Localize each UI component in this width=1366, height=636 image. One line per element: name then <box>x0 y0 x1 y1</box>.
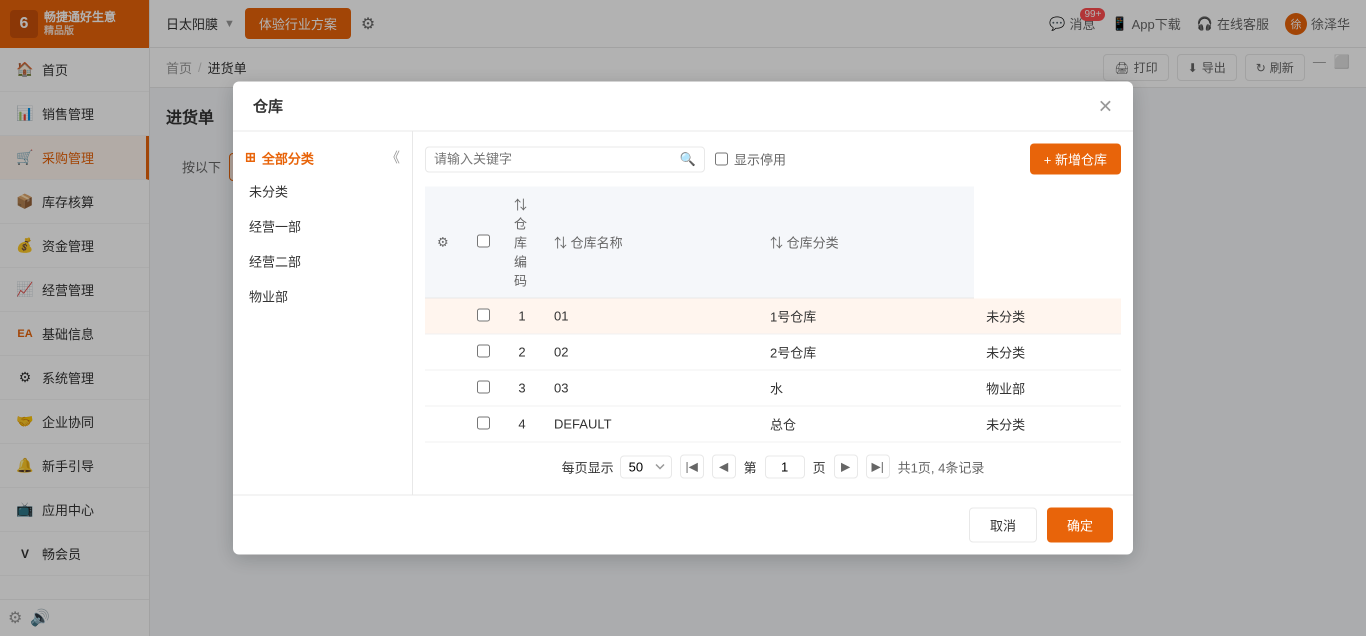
page-last-btn[interactable]: ▶| <box>866 455 890 479</box>
table-header-row: ⚙ ⇅ 仓库编码 ⇅ 仓库名称 ⇅ <box>425 187 1121 299</box>
sort-name-icon[interactable]: ⇅ <box>554 236 567 251</box>
row-checkbox-2[interactable] <box>477 344 490 357</box>
col-name-header: ⇅ 仓库名称 <box>542 187 758 299</box>
category-item-dept1[interactable]: 经营一部 <box>233 209 412 244</box>
col-check-header <box>465 187 502 299</box>
table-row[interactable]: 3 03 水 物业部 <box>425 370 1121 406</box>
page-total-info: 共1页, 4条记录 <box>898 457 985 476</box>
page-prev-btn[interactable]: ◀ <box>712 455 736 479</box>
row-checkbox-4[interactable] <box>477 416 490 429</box>
show-disabled-checkbox[interactable] <box>715 153 728 166</box>
row-actions-2 <box>425 334 465 370</box>
cancel-button[interactable]: 取消 <box>969 508 1037 543</box>
category-all-label[interactable]: ⊞ 全部分类 <box>245 148 314 167</box>
row-num-4: 4 <box>502 406 542 442</box>
row-actions-3 <box>425 370 465 406</box>
row-check-2 <box>465 334 502 370</box>
category-item-unclassified[interactable]: 未分类 <box>233 174 412 209</box>
row-name-4: 总仓 <box>758 406 974 442</box>
category-header: ⊞ 全部分类 《 <box>233 142 412 174</box>
page-number-input[interactable] <box>765 455 805 478</box>
confirm-button[interactable]: 确定 <box>1047 508 1113 543</box>
modal-close-btn[interactable]: ✕ <box>1098 97 1113 115</box>
row-checkbox-1[interactable] <box>477 308 490 321</box>
search-box: 🔍 <box>425 146 705 172</box>
table-container: ⚙ ⇅ 仓库编码 ⇅ 仓库名称 ⇅ <box>425 187 1121 443</box>
pagination: 每页显示 50 20 100 |◀ ◀ 第 页 ▶ ▶| 共1页, 4条记录 <box>425 443 1121 483</box>
sort-icon[interactable]: ⇅ <box>514 198 527 213</box>
category-panel: ⊞ 全部分类 《 未分类 经营一部 经营二部 物业部 <box>233 132 413 495</box>
page-size-dropdown[interactable]: 50 20 100 <box>620 455 672 478</box>
row-code-2: 02 <box>542 334 758 370</box>
page-size-select: 每页显示 50 20 100 <box>562 455 672 478</box>
search-icon: 🔍 <box>680 151 696 167</box>
gear-header-icon[interactable]: ⚙ <box>437 234 449 249</box>
category-collapse-btn[interactable]: 《 <box>386 148 400 168</box>
search-input[interactable] <box>434 152 680 167</box>
row-actions-4 <box>425 406 465 442</box>
row-num-2: 2 <box>502 334 542 370</box>
table-toolbar: 🔍 显示停用 + 新增仓库 <box>425 144 1121 175</box>
category-item-dept2[interactable]: 经营二部 <box>233 244 412 279</box>
row-code-4: DEFAULT <box>542 406 758 442</box>
col-code-header: ⇅ 仓库编码 <box>502 187 542 299</box>
warehouse-modal: 仓库 ✕ ⊞ 全部分类 《 未分类 经营一部 经营二部 物业部 <box>233 82 1133 555</box>
table-row[interactable]: 1 01 1号仓库 未分类 <box>425 298 1121 334</box>
table-row[interactable]: 2 02 2号仓库 未分类 <box>425 334 1121 370</box>
grid-icon: ⊞ <box>245 150 256 166</box>
row-name-1: 1号仓库 <box>758 298 974 334</box>
add-warehouse-btn[interactable]: + 新增仓库 <box>1030 144 1121 175</box>
modal-body: ⊞ 全部分类 《 未分类 经营一部 经营二部 物业部 <box>233 132 1133 495</box>
row-check-4 <box>465 406 502 442</box>
row-checkbox-3[interactable] <box>477 380 490 393</box>
modal-footer: 取消 确定 <box>233 495 1133 555</box>
col-actions-header: ⚙ <box>425 187 465 299</box>
category-item-property[interactable]: 物业部 <box>233 279 412 314</box>
row-code-1: 01 <box>542 298 758 334</box>
table-panel: 🔍 显示停用 + 新增仓库 ⚙ ⇅ 仓 <box>413 132 1133 495</box>
row-category-2: 未分类 <box>974 334 1121 370</box>
select-all-checkbox[interactable] <box>477 234 490 247</box>
row-num-1: 1 <box>502 298 542 334</box>
row-name-2: 2号仓库 <box>758 334 974 370</box>
row-check-1 <box>465 298 502 334</box>
row-name-3: 水 <box>758 370 974 406</box>
col-category-header: ⇅ 仓库分类 <box>758 187 974 299</box>
row-category-3: 物业部 <box>974 370 1121 406</box>
row-code-3: 03 <box>542 370 758 406</box>
row-category-1: 未分类 <box>974 298 1121 334</box>
table-row[interactable]: 4 DEFAULT 总仓 未分类 <box>425 406 1121 442</box>
row-check-3 <box>465 370 502 406</box>
modal-title: 仓库 <box>253 96 283 117</box>
row-actions-1 <box>425 298 465 334</box>
row-category-4: 未分类 <box>974 406 1121 442</box>
modal-header: 仓库 ✕ <box>233 82 1133 132</box>
sort-category-icon[interactable]: ⇅ <box>770 236 783 251</box>
page-next-btn[interactable]: ▶ <box>834 455 858 479</box>
page-first-btn[interactable]: |◀ <box>680 455 704 479</box>
show-disabled-label: 显示停用 <box>715 150 786 169</box>
warehouse-table: ⚙ ⇅ 仓库编码 ⇅ 仓库名称 ⇅ <box>425 187 1121 443</box>
row-num-3: 3 <box>502 370 542 406</box>
